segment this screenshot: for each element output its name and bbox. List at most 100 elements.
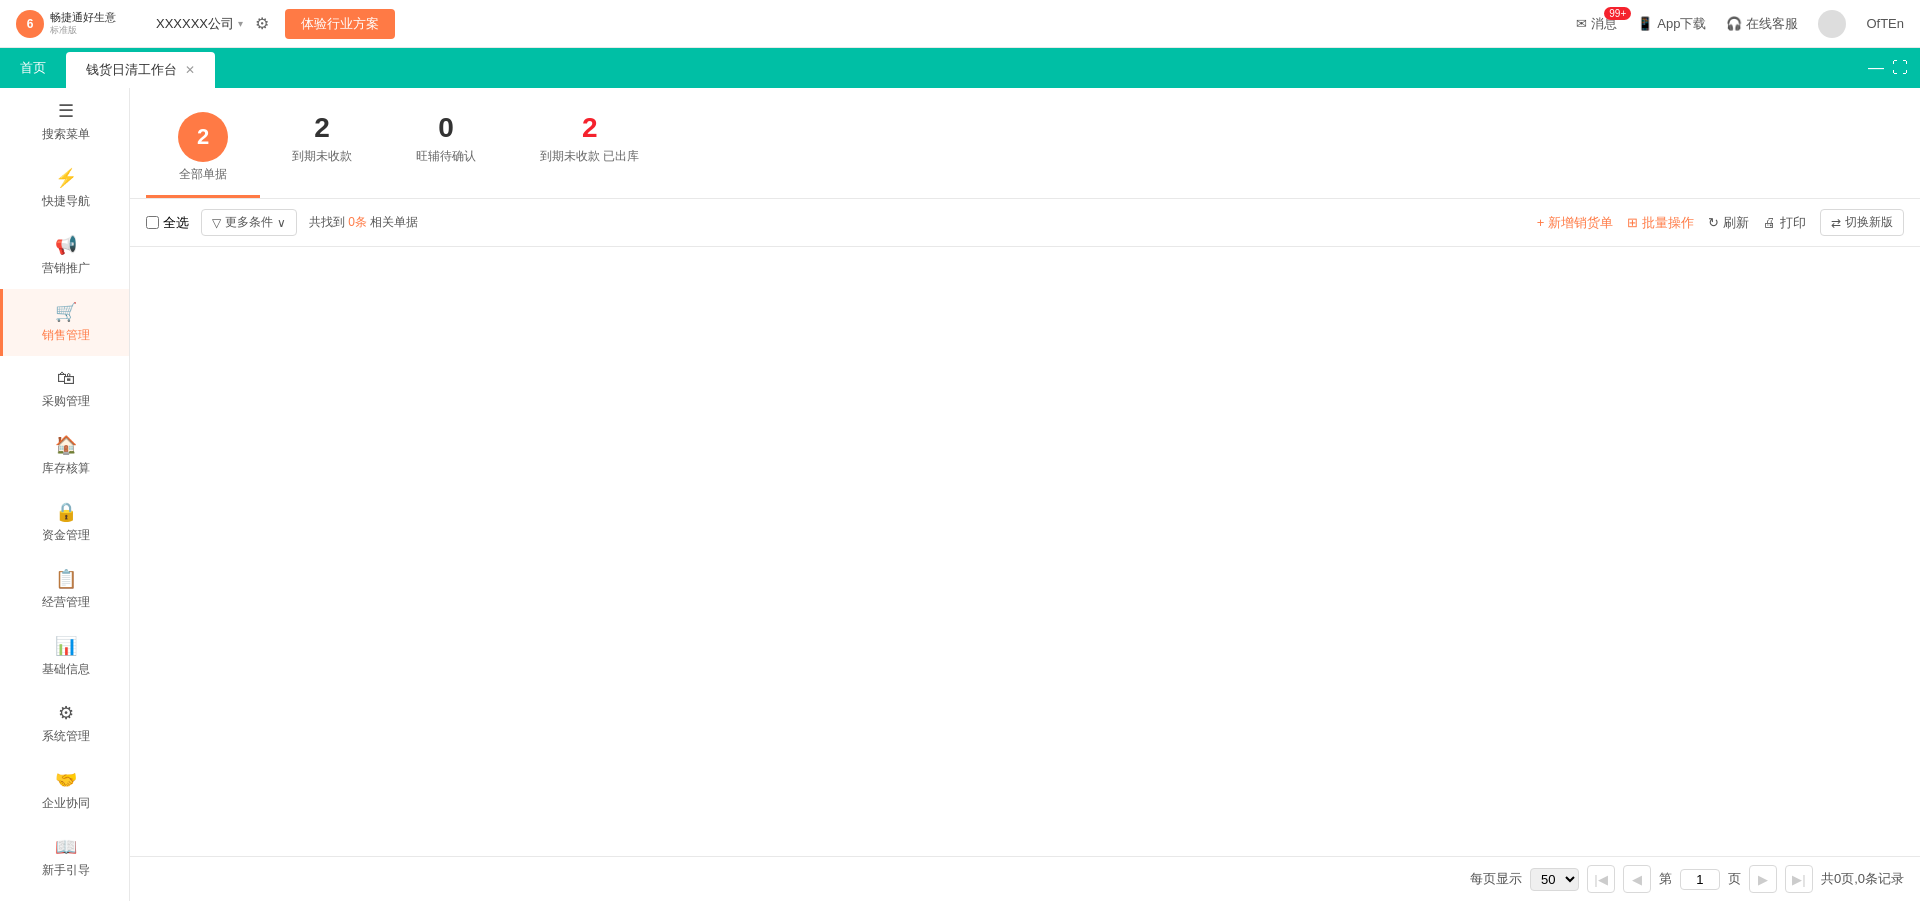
last-page-button[interactable]: ▶| [1785, 865, 1813, 893]
total-records: 共0页,0条记录 [1821, 870, 1904, 888]
sidebar-enterprise-label: 企业协同 [42, 795, 90, 812]
sidebar-purchase-label: 采购管理 [42, 393, 90, 410]
stat-label-pending: 旺辅待确认 [416, 148, 476, 165]
toolbar-right: + 新增销货单 ⊞ 批量操作 ↻ 刷新 🖨 打印 ⇄ 切换新版 [1537, 209, 1904, 236]
app-download-button[interactable]: 📱 App下载 [1637, 15, 1706, 33]
found-text: 共找到 0条 相关单据 [309, 214, 418, 231]
sidebar-item-purchase[interactable]: 🛍 采购管理 [0, 356, 129, 422]
sidebar-item-basic-info[interactable]: 📊 基础信息 [0, 623, 129, 690]
settings-icon[interactable]: ⚙ [255, 14, 269, 33]
avatar [1818, 10, 1846, 38]
quicknav-icon: ⚡ [55, 167, 77, 189]
username: OfTEn [1866, 16, 1904, 31]
select-all-checkbox-area[interactable]: 全选 [146, 214, 189, 232]
tab-bar: 首页 钱货日清工作台 ✕ — ⛶ [0, 48, 1920, 88]
sidebar-item-sales[interactable]: 🛒 销售管理 [0, 289, 129, 356]
tab-dashboard-label: 钱货日清工作台 [86, 61, 177, 79]
sidebar-item-finance[interactable]: 🔒 资金管理 [0, 489, 129, 556]
stat-num-all: 2 [178, 112, 228, 162]
switch-version-button[interactable]: ⇄ 切换新版 [1820, 209, 1904, 236]
enterprise-icon: 🤝 [55, 769, 77, 791]
guide-icon: 📖 [55, 836, 77, 858]
system-icon: ⚙ [58, 702, 74, 724]
tab-dashboard[interactable]: 钱货日清工作台 ✕ [66, 52, 215, 88]
filter-icon: ▽ [212, 216, 221, 230]
top-header: 6 畅捷通好生意 标准版 XXXXXX公司 ▾ ⚙ 体验行业方案 ✉ 消息 99… [0, 0, 1920, 48]
print-label: 打印 [1780, 214, 1806, 232]
stat-tab-shipped[interactable]: 2 到期未收款 已出库 [508, 104, 671, 198]
stats-tabs: 2 全部单据 2 到期未收款 0 旺辅待确认 2 到期未收款 已出库 [130, 88, 1920, 199]
stat-tab-overdue[interactable]: 2 到期未收款 [260, 104, 384, 198]
sidebar-item-appcenter[interactable]: 📱 应用中心 [0, 891, 129, 901]
sidebar-item-operations[interactable]: 📋 经营管理 [0, 556, 129, 623]
tab-home-label: 首页 [20, 59, 46, 77]
sidebar-item-system[interactable]: ⚙ 系统管理 [0, 690, 129, 757]
add-order-button[interactable]: + 新增销货单 [1537, 214, 1613, 232]
select-all-checkbox[interactable] [146, 216, 159, 229]
switch-label: 切换新版 [1845, 214, 1893, 231]
company-dropdown-icon: ▾ [238, 18, 243, 29]
sidebar-item-quicknav[interactable]: ⚡ 快捷导航 [0, 155, 129, 222]
sidebar-item-enterprise[interactable]: 🤝 企业协同 [0, 757, 129, 824]
message-badge: 99+ [1604, 7, 1631, 20]
stat-num-shipped: 2 [582, 112, 598, 144]
stat-tab-pending[interactable]: 0 旺辅待确认 [384, 104, 508, 198]
prev-page-button[interactable]: ◀ [1623, 865, 1651, 893]
purchase-icon: 🛍 [57, 368, 75, 389]
marketing-icon: 📢 [55, 234, 77, 256]
app-download-icon: 📱 [1637, 16, 1653, 31]
app-download-label: App下载 [1657, 15, 1706, 33]
sidebar-item-inventory[interactable]: 🏠 库存核算 [0, 422, 129, 489]
stat-num-pending: 0 [438, 112, 454, 144]
trial-button[interactable]: 体验行业方案 [285, 9, 395, 39]
switch-icon: ⇄ [1831, 216, 1841, 230]
stat-label-overdue: 到期未收款 [292, 148, 352, 165]
tab-home[interactable]: 首页 [0, 48, 66, 88]
sidebar-marketing-label: 营销推广 [42, 260, 90, 277]
online-service-button[interactable]: 🎧 在线客服 [1726, 15, 1798, 33]
filter-button[interactable]: ▽ 更多条件 ∨ [201, 209, 297, 236]
company-selector[interactable]: XXXXXX公司 ▾ [156, 15, 243, 33]
page-input[interactable] [1680, 869, 1720, 890]
tab-maximize-icon[interactable]: ⛶ [1892, 59, 1908, 77]
message-button[interactable]: ✉ 消息 99+ [1576, 15, 1617, 33]
print-button[interactable]: 🖨 打印 [1763, 214, 1806, 232]
next-page-button[interactable]: ▶ [1749, 865, 1777, 893]
sidebar-system-label: 系统管理 [42, 728, 90, 745]
app-badge: 标准版 [50, 24, 116, 37]
tab-minimize-icon[interactable]: — [1868, 59, 1884, 77]
sidebar-sales-label: 销售管理 [42, 327, 90, 344]
table-area [130, 247, 1920, 856]
stat-label-shipped: 到期未收款 已出库 [540, 148, 639, 165]
header-right: ✉ 消息 99+ 📱 App下载 🎧 在线客服 OfTEn [1576, 10, 1904, 38]
select-all-label: 全选 [163, 214, 189, 232]
refresh-icon: ↻ [1708, 215, 1719, 230]
refresh-button[interactable]: ↻ 刷新 [1708, 214, 1749, 232]
main-layout: ☰ 搜索菜单 ⚡ 快捷导航 📢 营销推广 🛒 销售管理 🛍 采购管理 🏠 库存核… [0, 88, 1920, 901]
app-name: 畅捷通好生意 [50, 10, 116, 24]
per-page-label: 每页显示 [1470, 870, 1522, 888]
filter-label: 更多条件 [225, 214, 273, 231]
refresh-label: 刷新 [1723, 214, 1749, 232]
sidebar-item-search[interactable]: ☰ 搜索菜单 [0, 88, 129, 155]
stat-num-overdue: 2 [314, 112, 330, 144]
service-icon: 🎧 [1726, 16, 1742, 31]
stat-tab-all[interactable]: 2 全部单据 [146, 104, 260, 198]
toolbar: 全选 ▽ 更多条件 ∨ 共找到 0条 相关单据 + 新增销货单 ⊞ 批量操作 ↻ [130, 199, 1920, 247]
sidebar-operations-label: 经营管理 [42, 594, 90, 611]
sidebar-inventory-label: 库存核算 [42, 460, 90, 477]
sidebar-guide-label: 新手引导 [42, 862, 90, 879]
first-page-button[interactable]: |◀ [1587, 865, 1615, 893]
sidebar-item-guide[interactable]: 📖 新手引导 [0, 824, 129, 891]
sidebar-finance-label: 资金管理 [42, 527, 90, 544]
tab-bar-right: — ⛶ [1868, 59, 1920, 77]
sales-icon: 🛒 [55, 301, 77, 323]
batch-label: 批量操作 [1642, 214, 1694, 232]
sidebar-item-marketing[interactable]: 📢 营销推广 [0, 222, 129, 289]
tab-close-icon[interactable]: ✕ [185, 63, 195, 77]
batch-operation-button[interactable]: ⊞ 批量操作 [1627, 214, 1694, 232]
found-suffix: 相关单据 [370, 215, 418, 229]
basicinfo-icon: 📊 [55, 635, 77, 657]
found-count: 0条 [348, 215, 367, 229]
per-page-select[interactable]: 50 [1530, 868, 1579, 891]
